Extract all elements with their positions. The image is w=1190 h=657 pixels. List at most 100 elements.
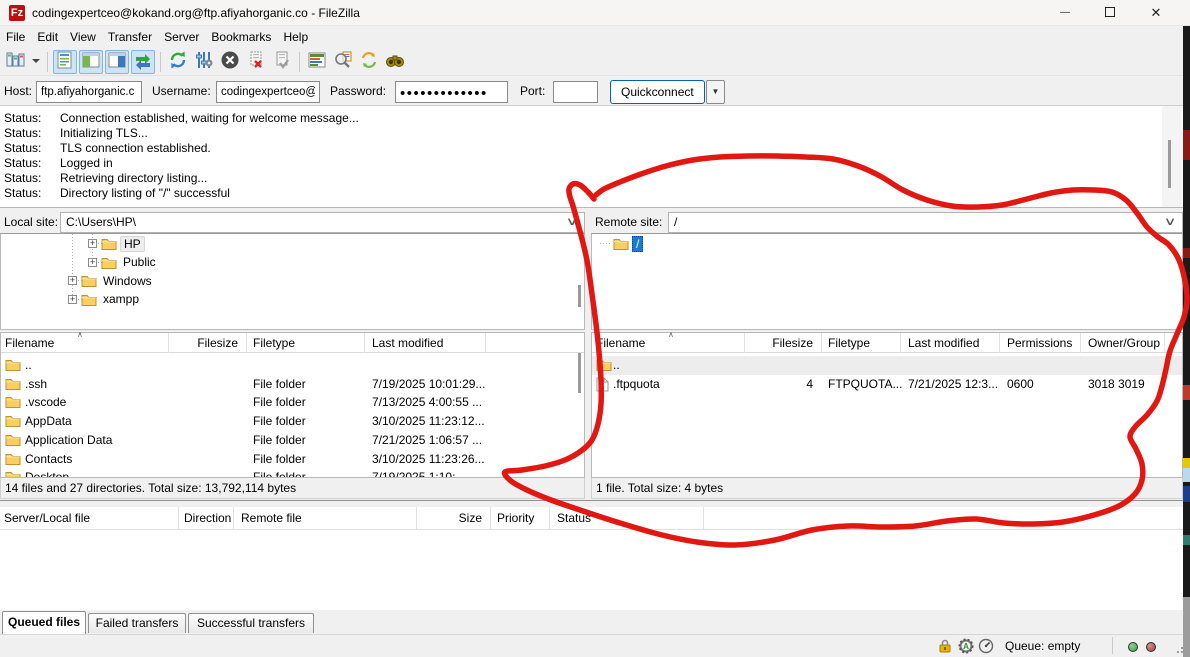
column-header-filename[interactable]: Filename: [5, 336, 54, 350]
tree-item-hp[interactable]: + HP: [88, 235, 145, 252]
file-row[interactable]: ..: [1, 356, 584, 375]
column-separator[interactable]: [999, 333, 1000, 353]
cancel-button[interactable]: [218, 50, 242, 74]
directory-comparison-button[interactable]: [383, 50, 407, 74]
column-separator[interactable]: [1164, 333, 1165, 353]
search-button[interactable]: [331, 50, 355, 74]
quickconnect-dropdown-button[interactable]: ▼: [706, 80, 725, 104]
menu-item-server[interactable]: Server: [158, 27, 205, 47]
column-separator[interactable]: [168, 333, 169, 353]
speed-limits-icon[interactable]: [978, 638, 994, 657]
disconnect-button[interactable]: [244, 50, 268, 74]
close-button[interactable]: ✕: [1134, 0, 1178, 26]
host-input[interactable]: [36, 81, 142, 103]
column-separator[interactable]: [1080, 333, 1081, 353]
log-scrollbar-thumb[interactable]: [1168, 140, 1171, 188]
tree-item-windows[interactable]: + Windows: [68, 272, 155, 289]
file-row[interactable]: .ssh File folder 7/19/2025 10:01:29...: [1, 375, 584, 394]
log-line: Status: Retrieving directory listing...: [0, 171, 1183, 186]
tree-item-public[interactable]: + Public: [88, 254, 159, 271]
column-header-filename[interactable]: Filename: [596, 336, 645, 350]
menu-item-transfer[interactable]: Transfer: [102, 27, 158, 47]
refresh-button[interactable]: [166, 50, 190, 74]
tree-item-xampp[interactable]: + xampp: [68, 291, 142, 308]
remote-site-combobox[interactable]: / ∨: [668, 212, 1183, 233]
toggle-remote-tree-button[interactable]: [105, 49, 129, 74]
file-row[interactable]: Application Data File folder 7/21/2025 1:0…: [1, 431, 584, 450]
file-row[interactable]: .vscode File folder 7/13/2025 4:00:55 ...: [1, 393, 584, 412]
quickconnect-button[interactable]: Quickconnect: [610, 80, 705, 104]
maximize-button[interactable]: [1088, 0, 1132, 26]
column-header-filetype[interactable]: Filetype: [828, 336, 870, 350]
column-separator[interactable]: [900, 333, 901, 353]
file-row[interactable]: Desktop File folder 7/19/2025 1:10:...: [1, 468, 584, 477]
column-separator[interactable]: [178, 507, 179, 529]
remote-site-header: Remote site: / ∨: [591, 212, 1183, 233]
toggle-transfer-queue-button[interactable]: [131, 49, 155, 74]
expand-icon[interactable]: +: [88, 257, 97, 267]
tab-successful-transfers[interactable]: Successful transfers: [188, 613, 314, 633]
file-row[interactable]: ..: [592, 356, 1182, 375]
menu-item-help[interactable]: Help: [277, 27, 314, 47]
reconnect-button[interactable]: [270, 50, 294, 74]
column-header-last-modified[interactable]: Last modified: [372, 336, 443, 350]
site-manager-button[interactable]: [4, 50, 28, 74]
local-site-combobox[interactable]: C:\Users\HP\ ∨: [60, 212, 585, 233]
log-line: Status: Connection established, waiting f…: [0, 111, 1183, 126]
column-separator[interactable]: [549, 507, 550, 529]
local-list-scrollbar-thumb[interactable]: [578, 353, 581, 393]
port-input[interactable]: [553, 81, 598, 103]
toggle-message-log-button[interactable]: [53, 49, 77, 74]
queue-column-remote-file[interactable]: Remote file: [241, 511, 302, 525]
toggle-local-tree-button[interactable]: [79, 49, 103, 74]
menu-item-bookmarks[interactable]: Bookmarks: [205, 27, 277, 47]
column-separator[interactable]: [485, 333, 486, 353]
process-queue-button[interactable]: [192, 50, 216, 74]
file-row[interactable]: Contacts File folder 3/10/2025 11:23:26...: [1, 450, 584, 469]
file-row[interactable]: .ftpquota 4 FTPQUOTA... 7/21/2025 12:3... 06…: [592, 375, 1182, 394]
queue-column-server-local-file[interactable]: Server/Local file: [4, 511, 90, 525]
column-header-filetype[interactable]: Filetype: [253, 336, 295, 350]
column-separator[interactable]: [246, 333, 247, 353]
menu-item-view[interactable]: View: [64, 27, 102, 47]
synchronized-browsing-button[interactable]: [357, 50, 381, 74]
chevron-down-icon[interactable]: ∨: [566, 213, 579, 232]
expand-icon[interactable]: +: [68, 294, 77, 304]
column-separator[interactable]: [821, 333, 822, 353]
column-header-filesize[interactable]: Filesize: [772, 336, 813, 350]
minimize-button[interactable]: —: [1043, 0, 1087, 26]
filter-button[interactable]: [305, 50, 329, 74]
tab-queued-files[interactable]: Queued files: [2, 611, 86, 634]
local-tree-scrollbar-thumb[interactable]: [578, 285, 581, 307]
column-separator[interactable]: [490, 507, 491, 529]
log-scrollbar-track[interactable]: [1162, 106, 1182, 207]
queue-tabs: Queued files Failed transfers Successful t…: [0, 610, 1183, 634]
queue-column-priority[interactable]: Priority: [497, 511, 534, 525]
password-input[interactable]: [395, 81, 508, 103]
column-separator[interactable]: [364, 333, 365, 353]
tree-item-root[interactable]: /: [613, 235, 644, 252]
chevron-down-icon[interactable]: ∨: [1164, 213, 1177, 232]
column-separator[interactable]: [416, 507, 417, 529]
tab-failed-transfers[interactable]: Failed transfers: [88, 613, 186, 633]
column-header-permissions[interactable]: Permissions: [1007, 336, 1072, 350]
expand-icon[interactable]: +: [88, 239, 97, 248]
queue-column-status[interactable]: Status: [557, 511, 591, 525]
queue-column-size[interactable]: Size: [459, 511, 482, 525]
column-separator[interactable]: [233, 507, 234, 529]
expand-icon[interactable]: +: [68, 276, 77, 285]
column-separator[interactable]: [744, 333, 745, 353]
menu-item-edit[interactable]: Edit: [31, 27, 64, 47]
file-row[interactable]: AppData File folder 3/10/2025 11:23:12...: [1, 412, 584, 431]
column-separator[interactable]: [703, 507, 704, 529]
menu-item-file[interactable]: File: [0, 27, 31, 47]
dropdown-arrow-button[interactable]: [30, 50, 42, 74]
queue-column-direction[interactable]: Direction: [184, 511, 231, 525]
column-header-last-modified[interactable]: Last modified: [908, 336, 979, 350]
column-header-filesize[interactable]: Filesize: [197, 336, 238, 350]
lock-icon: [938, 639, 952, 656]
column-header-owner-group[interactable]: Owner/Group: [1088, 336, 1160, 350]
username-input[interactable]: [216, 81, 320, 103]
auto-transfer-mode-icon[interactable]: A: [958, 638, 974, 657]
row-folder-icon: [596, 358, 612, 374]
